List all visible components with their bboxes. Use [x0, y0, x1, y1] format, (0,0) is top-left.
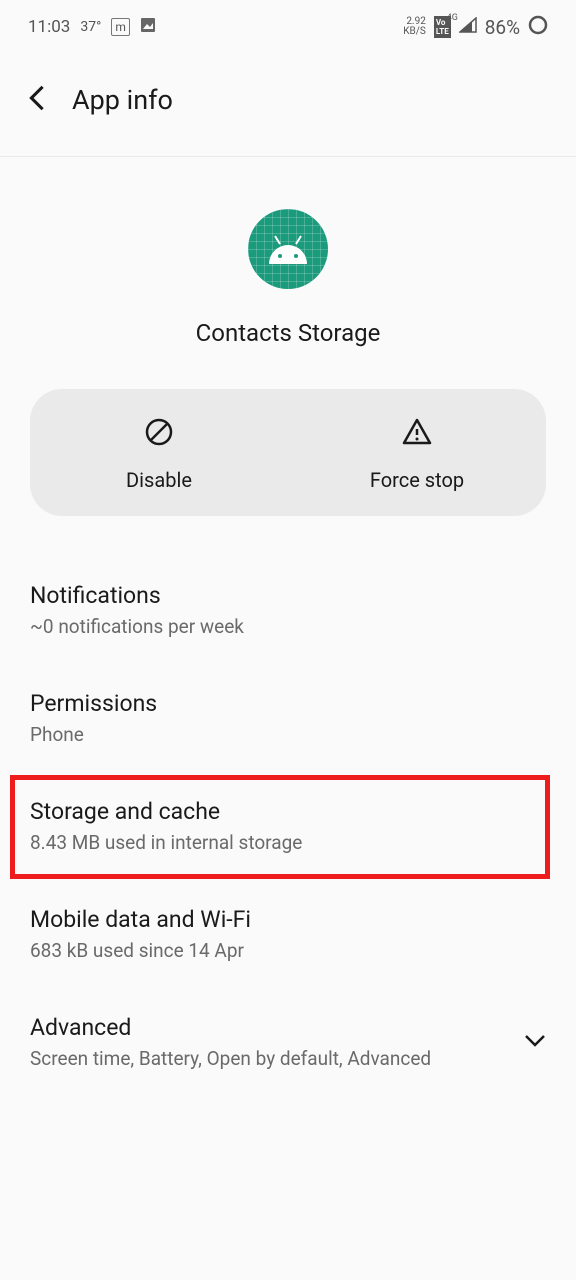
notifications-sub: ~0 notifications per week [30, 615, 546, 638]
permissions-title: Permissions [30, 690, 546, 717]
advanced-item[interactable]: Advanced Screen time, Battery, Open by d… [30, 998, 546, 1086]
battery-circle-icon [528, 15, 548, 40]
status-time: 11:03 [28, 17, 70, 37]
advanced-title: Advanced [30, 1014, 431, 1041]
permissions-sub: Phone [30, 723, 546, 746]
data-title: Mobile data and Wi-Fi [30, 906, 546, 933]
picture-icon [140, 17, 156, 38]
m-icon: m [111, 18, 130, 36]
storage-sub: 8.43 MB used in internal storage [30, 831, 546, 854]
data-item[interactable]: Mobile data and Wi-Fi 683 kB used since … [30, 890, 546, 978]
permissions-item[interactable]: Permissions Phone [30, 674, 546, 762]
page-title: App info [72, 84, 173, 116]
back-icon[interactable] [28, 84, 46, 116]
status-left: 11:03 37° m [28, 17, 156, 38]
disable-icon [144, 417, 174, 452]
force-stop-button[interactable]: Force stop [288, 417, 546, 492]
signal-icon: 4G [459, 17, 477, 38]
page-header: App info [0, 54, 576, 157]
app-icon [248, 209, 328, 289]
warning-icon [402, 417, 432, 452]
disable-button[interactable]: Disable [30, 417, 288, 492]
settings-list: Notifications ~0 notifications per week … [0, 566, 576, 1086]
storage-title: Storage and cache [30, 798, 546, 825]
status-temp: 37° [80, 19, 101, 35]
battery-percent: 86% [485, 16, 520, 39]
data-sub: 683 kB used since 14 Apr [30, 939, 546, 962]
notifications-item[interactable]: Notifications ~0 notifications per week [30, 566, 546, 654]
action-row: Disable Force stop [30, 389, 546, 516]
chevron-down-icon [524, 1033, 546, 1052]
netspeed: 2.92 KB/S [403, 17, 426, 37]
status-bar: 11:03 37° m 2.92 KB/S VoLTE 4G 86% [0, 0, 576, 54]
disable-label: Disable [126, 468, 192, 492]
status-right: 2.92 KB/S VoLTE 4G 86% [403, 15, 548, 40]
app-header: Contacts Storage [0, 157, 576, 385]
force-stop-label: Force stop [370, 468, 464, 492]
storage-item[interactable]: Storage and cache 8.43 MB used in intern… [30, 782, 546, 870]
notifications-title: Notifications [30, 582, 546, 609]
app-name: Contacts Storage [196, 319, 381, 347]
advanced-sub: Screen time, Battery, Open by default, A… [30, 1047, 431, 1070]
